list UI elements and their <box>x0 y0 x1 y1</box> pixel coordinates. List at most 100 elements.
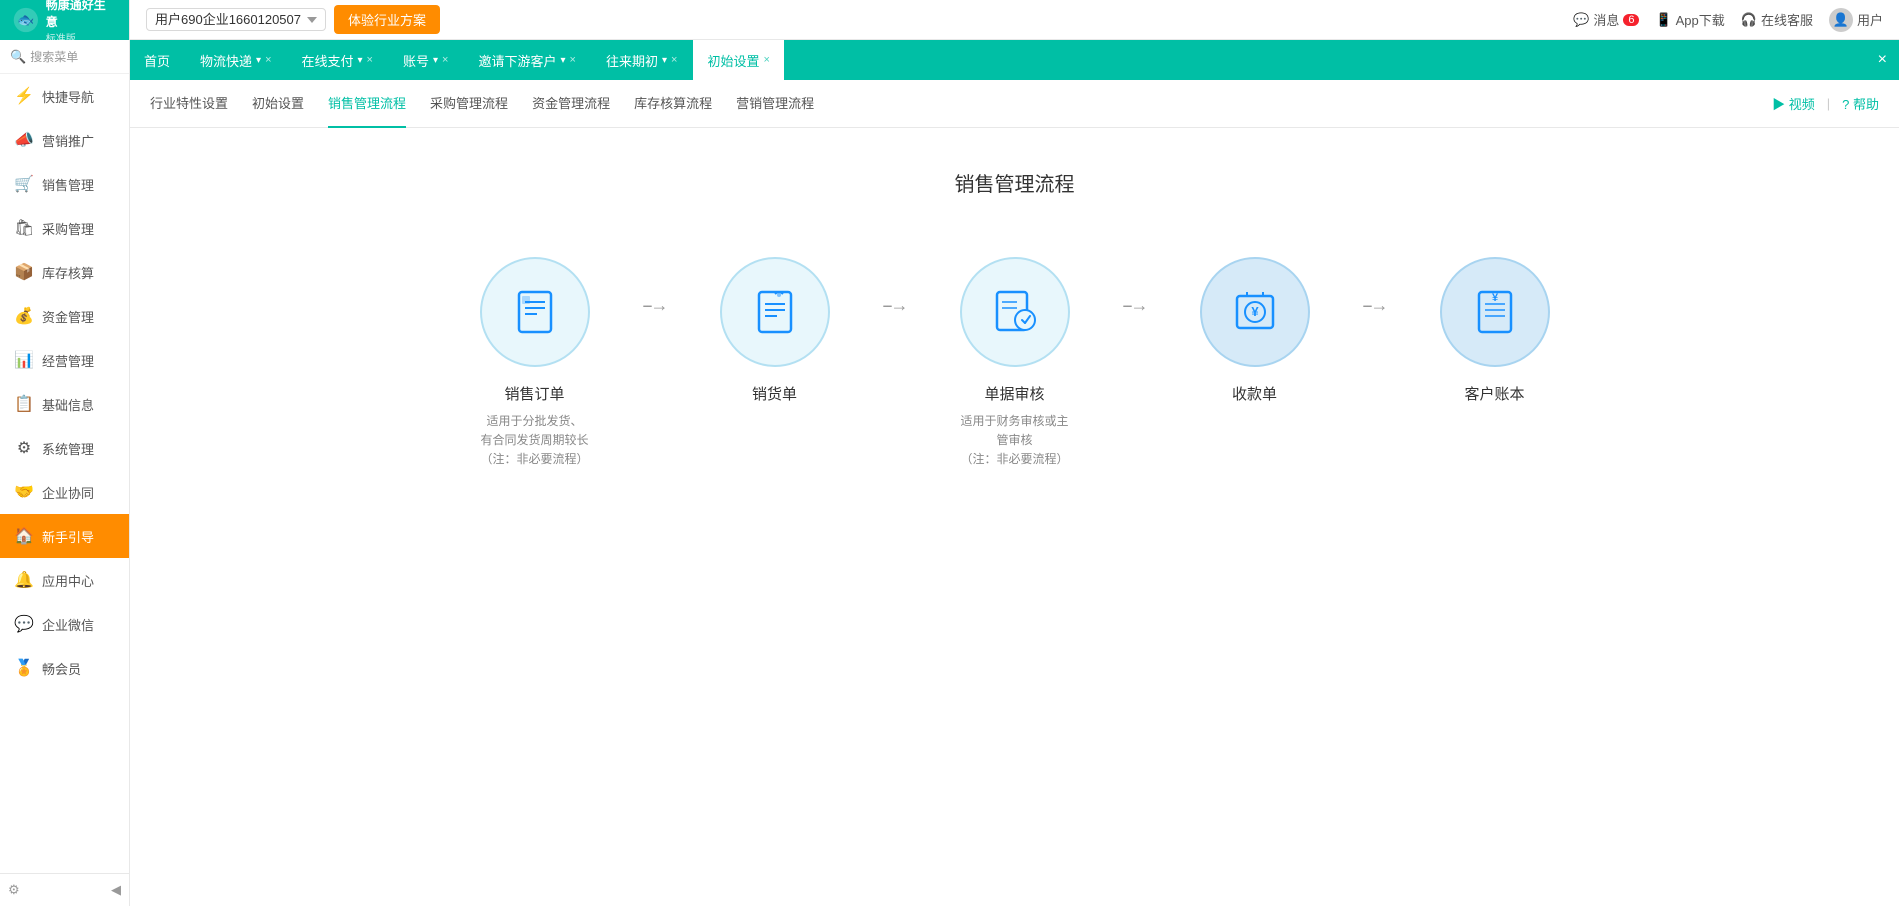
app-download-action[interactable]: 📱 App下载 <box>1655 10 1724 29</box>
logo-icon: 🐟 <box>12 6 40 34</box>
basic-info-icon: 📋 <box>14 394 34 414</box>
sidebar-label: 新手引导 <box>42 527 94 546</box>
app-download-label: App下载 <box>1676 10 1725 29</box>
sidebar-item-yingxiaotugua[interactable]: 📣 营销推广 <box>0 118 129 162</box>
search-label: 搜索菜单 <box>30 48 78 65</box>
sidebar-item-qiyeweixin[interactable]: 💬 企业微信 <box>0 602 129 646</box>
sidebar-item-zijinguanli[interactable]: 💰 资金管理 <box>0 294 129 338</box>
process-step-4: ¥ 收款单 <box>1165 257 1345 412</box>
sidebar-item-caigouguanli[interactable]: 🛍 采购管理 <box>0 206 129 250</box>
svg-text:¥: ¥ <box>1491 292 1498 304</box>
chevron-down-icon: ▾ <box>256 55 261 66</box>
marketing-icon: 📣 <box>14 130 34 150</box>
sidebar-label: 快捷导航 <box>42 87 94 106</box>
tab-invite-close[interactable]: × <box>570 54 576 66</box>
system-icon: ⚙ <box>14 438 34 458</box>
sidebar-item-xitongguanli[interactable]: ⚙ 系统管理 <box>0 426 129 470</box>
tab-setup-label: 初始设置 <box>707 51 759 70</box>
sidebar-label: 畅会员 <box>42 659 81 678</box>
video-link[interactable]: ▶ 视频 <box>1772 94 1815 113</box>
arrow-1: --→ <box>625 295 685 316</box>
settings-icon[interactable]: ⚙ <box>8 882 20 898</box>
tab-period[interactable]: 往来期初 ▾ × <box>592 40 691 80</box>
message-action[interactable]: 💬 消息 6 <box>1573 10 1639 29</box>
sidebar-menu: ⚡ 快捷导航 📣 营销推广 🛒 销售管理 🛍 采购管理 📦 库存核算 💰 资金管… <box>0 74 129 873</box>
help-link[interactable]: ? 帮助 <box>1842 94 1879 113</box>
sidebar-logo: 🐟 畅康通好生意 标准版 <box>0 0 129 40</box>
sidebar-item-kuaijiedaohang[interactable]: ⚡ 快捷导航 <box>0 74 129 118</box>
app-center-icon: 🔔 <box>14 570 34 590</box>
step5-name: 客户账本 <box>1464 383 1524 404</box>
sidebar-item-xiaoshouguanli[interactable]: 🛒 销售管理 <box>0 162 129 206</box>
sidebar-item-jichuxinxi[interactable]: 📋 基础信息 <box>0 382 129 426</box>
tab-initial-setup[interactable]: 初始设置 × <box>693 40 783 80</box>
trial-button[interactable]: 体验行业方案 <box>334 5 440 34</box>
chevron-down-icon3: ▾ <box>433 55 438 66</box>
tab-payment-close[interactable]: × <box>367 54 373 66</box>
tab-account[interactable]: 账号 ▾ × <box>389 40 462 80</box>
user-select[interactable]: 用户690企业1660120507 <box>146 8 326 31</box>
tab-logistics[interactable]: 物流快递 ▾ × <box>186 40 285 80</box>
subtabs-right: ▶ 视频 | ? 帮助 <box>1772 94 1879 113</box>
audit-icon <box>989 286 1041 338</box>
service-icon: 🎧 <box>1741 12 1757 28</box>
collab-icon: 🤝 <box>14 482 34 502</box>
subtab-industry[interactable]: 行业特性设置 <box>150 80 228 128</box>
tab-home[interactable]: 首页 <box>130 40 184 80</box>
top-bar: 用户690企业1660120507 体验行业方案 💬 消息 6 📱 App下载 … <box>130 0 1899 40</box>
subtab-initial[interactable]: 初始设置 <box>252 80 304 128</box>
sidebar-item-changhyuian[interactable]: 🏅 畅会员 <box>0 646 129 690</box>
sidebar-label: 基础信息 <box>42 395 94 414</box>
tab-payment-label: 在线支付 <box>302 51 354 70</box>
sidebar-label: 经营管理 <box>42 351 94 370</box>
nav-tabs: 首页 物流快递 ▾ × 在线支付 ▾ × 账号 ▾ × 邀请下游客户 ▾ × 往… <box>0 40 1899 80</box>
collapse-icon[interactable]: ◀ <box>111 882 121 898</box>
phone-icon: 📱 <box>1655 12 1671 28</box>
user-label: 用户 <box>1857 10 1883 29</box>
sidebar-label: 库存核算 <box>42 263 94 282</box>
tab-setup-close[interactable]: × <box>763 54 769 66</box>
order-icon <box>509 286 561 338</box>
online-service-label: 在线客服 <box>1761 10 1813 29</box>
subtab-finance-flow[interactable]: 资金管理流程 <box>532 80 610 128</box>
guide-icon: 🏠 <box>14 526 34 546</box>
sidebar: 🐟 畅康通好生意 标准版 🔍 搜索菜单 ⚡ 快捷导航 📣 营销推广 🛒 销售管理… <box>0 0 130 906</box>
tab-invite[interactable]: 邀请下游客户 ▾ × <box>464 40 589 80</box>
tab-account-close[interactable]: × <box>442 54 448 66</box>
chevron-down-icon2: ▾ <box>358 55 363 66</box>
wechat-icon: 💬 <box>14 614 34 634</box>
nav-close-all[interactable]: × <box>1866 51 1899 69</box>
step1-circle <box>480 257 590 367</box>
sidebar-label: 系统管理 <box>42 439 94 458</box>
arrow-3: --→ <box>1105 295 1165 316</box>
logo-title: 畅康通好生意 <box>46 0 117 30</box>
sidebar-item-jingyingguanli[interactable]: 📊 经营管理 <box>0 338 129 382</box>
tab-period-label: 往来期初 <box>606 51 658 70</box>
sales-icon: 🛒 <box>14 174 34 194</box>
receipt-icon: ¥ <box>1229 286 1281 338</box>
step2-circle <box>720 257 830 367</box>
online-service-action[interactable]: 🎧 在线客服 <box>1741 10 1813 29</box>
play-icon: ▶ <box>1772 97 1785 112</box>
subtab-marketing-flow[interactable]: 营销管理流程 <box>736 80 814 128</box>
sidebar-label: 应用中心 <box>42 571 94 590</box>
user-action[interactable]: 👤 用户 <box>1829 8 1883 32</box>
tab-logistics-close[interactable]: × <box>265 54 271 66</box>
tab-payment[interactable]: 在线支付 ▾ × <box>288 40 387 80</box>
sidebar-search[interactable]: 🔍 搜索菜单 <box>0 40 129 74</box>
sidebar-item-yingyongzhongxin[interactable]: 🔔 应用中心 <box>0 558 129 602</box>
tab-period-close[interactable]: × <box>671 54 677 66</box>
sidebar-label: 销售管理 <box>42 175 94 194</box>
logo-subtitle: 标准版 <box>46 30 117 45</box>
step4-name: 收款单 <box>1232 383 1277 404</box>
sidebar-item-xinshouyindao[interactable]: 🏠 新手引导 <box>0 514 129 558</box>
step5-circle: ¥ <box>1440 257 1550 367</box>
svg-text:🐟: 🐟 <box>17 11 34 27</box>
inventory-icon: 📦 <box>14 262 34 282</box>
sidebar-item-qiyexietong[interactable]: 🤝 企业协同 <box>0 470 129 514</box>
subtab-inventory-flow[interactable]: 库存核算流程 <box>634 80 712 128</box>
sidebar-item-kucunhesuan[interactable]: 📦 库存核算 <box>0 250 129 294</box>
subtab-purchase-flow[interactable]: 采购管理流程 <box>430 80 508 128</box>
subtab-sales-flow[interactable]: 销售管理流程 <box>328 80 406 128</box>
process-title: 销售管理流程 <box>150 168 1879 197</box>
